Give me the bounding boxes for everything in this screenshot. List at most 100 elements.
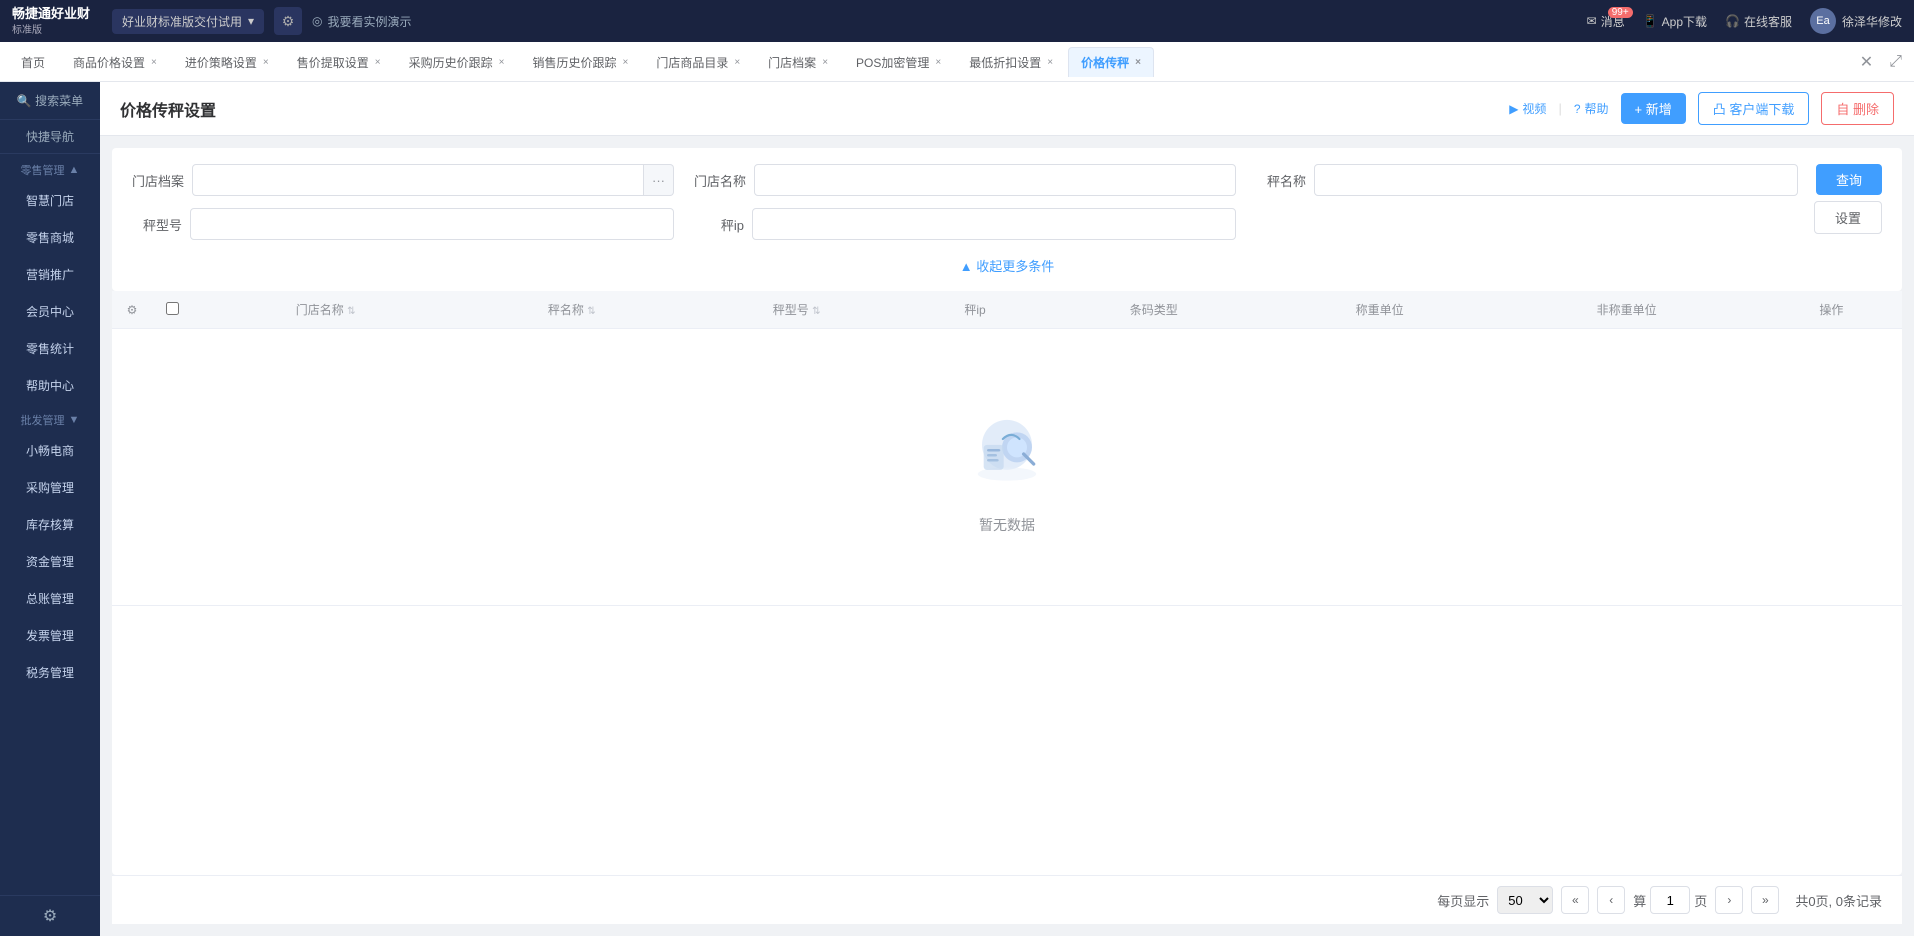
tab-purchase-strategy-label: 进价策略设置 <box>185 54 257 71</box>
tab-sale-price-close[interactable]: × <box>375 57 381 68</box>
sidebar-item-retail-mall[interactable]: 零售商城 <box>0 219 100 256</box>
th-weight-unit-label: 称重单位 <box>1356 303 1404 317</box>
tab-bar-controls: ✕ ⤢ <box>1856 50 1906 74</box>
select-all-checkbox[interactable] <box>166 302 179 315</box>
th-non-weight-unit: 非称重单位 <box>1493 291 1761 329</box>
page-last-button[interactable]: » <box>1751 886 1779 914</box>
sidebar-item-retail-stats[interactable]: 零售统计 <box>0 330 100 367</box>
page-prev-button[interactable]: ‹ <box>1597 886 1625 914</box>
tab-sale-price[interactable]: 售价提取设置 × <box>284 47 394 77</box>
sidebar-search[interactable]: 🔍 搜索菜单 <box>0 82 100 120</box>
sidebar-item-purchase[interactable]: 采购管理 <box>0 469 100 506</box>
th-checkbox[interactable] <box>152 291 192 329</box>
empty-row: 暂无数据 <box>112 329 1902 606</box>
download-button[interactable]: 凸 客户端下载 <box>1698 92 1810 125</box>
scale-model-input[interactable] <box>190 208 674 240</box>
tab-goods-price[interactable]: 商品价格设置 × <box>60 47 170 77</box>
th-scale-ip: 秤ip <box>909 291 1041 329</box>
sidebar-item-help[interactable]: 帮助中心 <box>0 367 100 404</box>
tab-store-file-close[interactable]: × <box>822 57 828 68</box>
sidebar-search-label: 搜索菜单 <box>35 94 83 108</box>
sidebar-item-inventory[interactable]: 库存核算 <box>0 506 100 543</box>
sidebar-item-smart-store[interactable]: 智慧门店 <box>0 182 100 219</box>
sidebar-item-member[interactable]: 会员中心 <box>0 293 100 330</box>
video-link[interactable]: ▶ 视频 <box>1509 100 1546 117</box>
page-first-button[interactable]: « <box>1561 886 1589 914</box>
sidebar-purchase-label: 采购管理 <box>26 481 74 495</box>
page-total: 共0页, 0条记录 <box>1795 891 1882 910</box>
online-service-button[interactable]: 🎧 在线客服 <box>1725 13 1792 30</box>
tab-expand-button[interactable]: ⤢ <box>1885 51 1906 73</box>
sidebar-item-marketing[interactable]: 营销推广 <box>0 256 100 293</box>
message-button[interactable]: ✉ 消息 99+ <box>1587 13 1625 30</box>
th-store-name-label: 门店名称 <box>296 303 344 317</box>
demo-button[interactable]: ◎ 我要看实例演示 <box>312 13 412 30</box>
store-file-input-wrap: ··· <box>192 164 674 196</box>
sidebar-retail-mall-label: 零售商城 <box>26 231 74 245</box>
top-right-actions: ✉ 消息 99+ 📱 App下载 🎧 在线客服 Ea 徐泽华修改 <box>1587 8 1902 34</box>
form-row-2: 秤型号 秤ip <box>132 208 1798 240</box>
sidebar-gear-icon[interactable]: ⚙ <box>43 906 57 926</box>
tab-min-discount[interactable]: 最低折扣设置 × <box>956 47 1066 77</box>
app-download-button[interactable]: 📱 App下载 <box>1643 13 1707 30</box>
tab-store-catalog-close[interactable]: × <box>734 57 740 68</box>
page-size-select[interactable]: 50 100 200 <box>1497 886 1553 914</box>
collapse-button[interactable]: ▲ 收起更多条件 <box>132 256 1882 275</box>
th-store-name-sort-icon[interactable]: ⇅ <box>347 306 355 317</box>
tab-purchase-history-close[interactable]: × <box>499 57 505 68</box>
help-link[interactable]: ? 帮助 <box>1574 100 1609 117</box>
store-file-input[interactable] <box>192 164 644 196</box>
sidebar-item-tax[interactable]: 税务管理 <box>0 654 100 691</box>
table-header-row: ⚙ 门店名称 ⇅ 秤名称 ⇅ 秤型号 <box>112 291 1902 329</box>
sidebar-item-invoice[interactable]: 发票管理 <box>0 617 100 654</box>
scale-name-input[interactable] <box>1314 164 1798 196</box>
page-next-button[interactable]: › <box>1715 886 1743 914</box>
sidebar-quicknav[interactable]: 快捷导航 <box>0 120 100 154</box>
avatar-initials: Ea <box>1816 15 1829 27</box>
user-menu[interactable]: Ea 徐泽华修改 <box>1810 8 1902 34</box>
settings-icon[interactable]: ⚙ <box>274 7 302 35</box>
empty-icon <box>957 399 1057 499</box>
sidebar-item-ecommerce[interactable]: 小畅电商 <box>0 432 100 469</box>
set-button[interactable]: 设置 <box>1814 201 1882 234</box>
tab-goods-price-close[interactable]: × <box>151 57 157 68</box>
tab-purchase-strategy[interactable]: 进价策略设置 × <box>172 47 282 77</box>
tab-pos[interactable]: POS加密管理 × <box>843 47 954 77</box>
online-service-label: 在线客服 <box>1744 13 1792 30</box>
tab-purchase-history[interactable]: 采购历史价跟踪 × <box>396 47 518 77</box>
video-label: 视频 <box>1522 100 1546 117</box>
tab-pos-close[interactable]: × <box>935 57 941 68</box>
tab-sale-history-close[interactable]: × <box>622 57 628 68</box>
tab-price-scale-label: 价格传秤 <box>1081 54 1129 71</box>
th-settings[interactable]: ⚙ <box>112 291 152 329</box>
avatar: Ea <box>1810 8 1836 34</box>
tab-store-file[interactable]: 门店档案 × <box>755 47 841 77</box>
sidebar-item-finance[interactable]: 资金管理 <box>0 543 100 580</box>
tab-goods-price-label: 商品价格设置 <box>73 54 145 71</box>
tab-store-catalog[interactable]: 门店商品目录 × <box>643 47 753 77</box>
th-scale-model-sort-icon[interactable]: ⇅ <box>812 306 820 317</box>
delete-button[interactable]: 自 删除 <box>1821 92 1894 125</box>
store-name-label: 门店名称 <box>694 171 746 190</box>
tab-close-all-button[interactable]: ✕ <box>1856 50 1877 74</box>
tab-min-discount-close[interactable]: × <box>1047 57 1053 68</box>
pagination-bar: 每页显示 50 100 200 « ‹ 算 页 › » 共 <box>112 875 1902 924</box>
scale-ip-input[interactable] <box>752 208 1236 240</box>
add-button[interactable]: + 新增 <box>1621 93 1686 124</box>
tab-price-scale-close[interactable]: × <box>1135 57 1141 68</box>
page-number-input[interactable] <box>1650 886 1690 914</box>
tab-sale-history[interactable]: 销售历史价跟踪 × <box>519 47 641 77</box>
logo-area: 畅捷通好业财 标准版 <box>12 6 102 37</box>
tab-home[interactable]: 首页 <box>8 47 58 77</box>
store-file-suffix-button[interactable]: ··· <box>644 164 674 196</box>
header-sep: | <box>1558 101 1561 116</box>
version-select[interactable]: 好业财标准版交付试用 ▾ <box>112 9 264 34</box>
sidebar-item-ledger[interactable]: 总账管理 <box>0 580 100 617</box>
prev-icon: ‹ <box>1609 893 1613 907</box>
tab-purchase-strategy-close[interactable]: × <box>263 57 269 68</box>
form-item-scale-model: 秤型号 <box>132 208 674 240</box>
query-button[interactable]: 查询 <box>1816 164 1882 195</box>
tab-price-scale[interactable]: 价格传秤 × <box>1068 47 1154 77</box>
store-name-input[interactable] <box>754 164 1236 196</box>
th-scale-name-sort-icon[interactable]: ⇅ <box>587 306 595 317</box>
